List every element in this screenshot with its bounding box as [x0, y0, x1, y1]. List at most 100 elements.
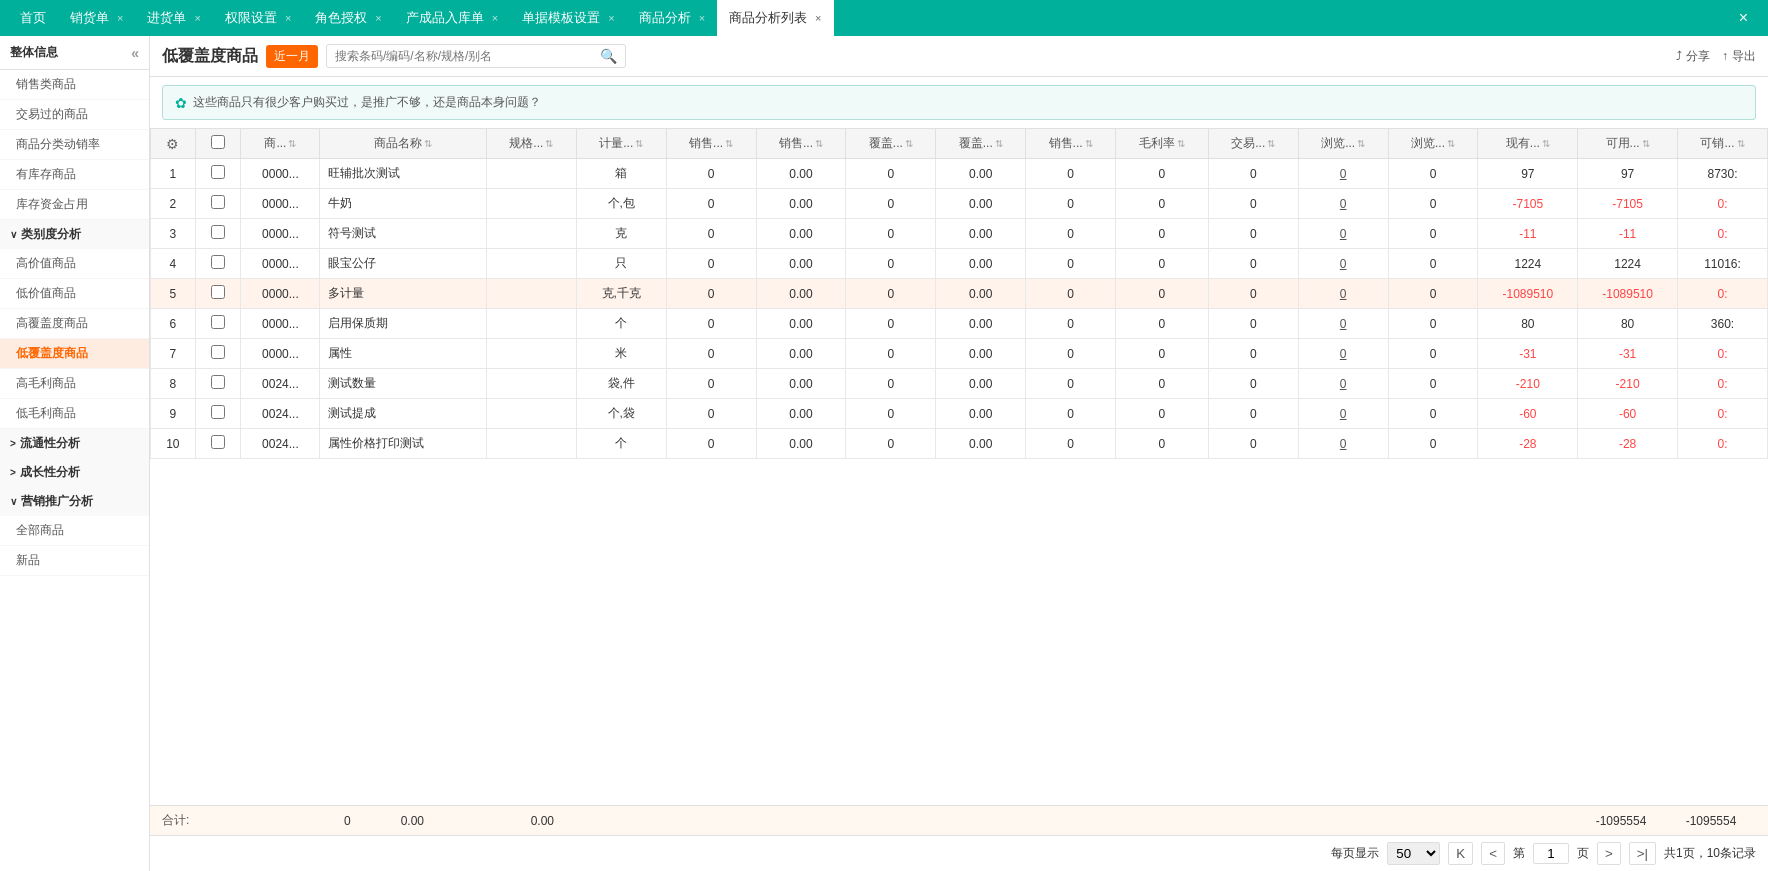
row-checkbox[interactable] — [211, 255, 225, 269]
page-input[interactable] — [1533, 843, 1569, 864]
column-sales-amt[interactable]: 销售...⇅ — [756, 129, 846, 159]
next-page-button[interactable]: > — [1597, 842, 1621, 865]
search-input[interactable] — [335, 49, 596, 63]
row-checkbox[interactable] — [211, 435, 225, 449]
row-browse1[interactable]: 0 — [1298, 189, 1388, 219]
row-checkbox[interactable] — [211, 285, 225, 299]
row-saleable: 0: — [1677, 369, 1767, 399]
column-code[interactable]: 商...⇅ — [241, 129, 320, 159]
row-trade: 0 — [1208, 279, 1298, 309]
column-spec[interactable]: 规格...⇅ — [486, 129, 576, 159]
time-filter-button[interactable]: 近一月 — [266, 45, 318, 68]
row-checkbox[interactable] — [211, 165, 225, 179]
close-sales-tab-icon[interactable]: × — [117, 12, 123, 24]
sidebar-category-marketing[interactable]: ∨ 营销推广分析 — [0, 487, 149, 516]
nav-tab-sales[interactable]: 销货单 × — [58, 0, 135, 36]
column-available[interactable]: 可用...⇅ — [1578, 129, 1678, 159]
sidebar-item-low-coverage[interactable]: 低覆盖度商品 — [0, 339, 149, 369]
per-page-select[interactable]: 50 10 20 100 — [1387, 842, 1440, 865]
row-checkbox[interactable] — [211, 195, 225, 209]
sidebar-item-high-value[interactable]: 高价值商品 — [0, 249, 149, 279]
sidebar-item-in-stock[interactable]: 有库存商品 — [0, 160, 149, 190]
search-icon[interactable]: 🔍 — [600, 48, 617, 64]
column-sales-qty[interactable]: 销售...⇅ — [666, 129, 756, 159]
close-permission-tab-icon[interactable]: × — [285, 12, 291, 24]
row-checkbox[interactable] — [211, 375, 225, 389]
nav-tab-purchase[interactable]: 进货单 × — [135, 0, 212, 36]
close-template-tab-icon[interactable]: × — [608, 12, 614, 24]
row-checkbox[interactable] — [211, 225, 225, 239]
column-browse1[interactable]: 浏览...⇅ — [1298, 129, 1388, 159]
sidebar-item-low-margin[interactable]: 低毛利商品 — [0, 399, 149, 429]
nav-tab-production[interactable]: 产成品入库单 × — [394, 0, 510, 36]
sidebar-item-traded-goods[interactable]: 交易过的商品 — [0, 100, 149, 130]
info-banner: ✿ 这些商品只有很少客户购买过，是推广不够，还是商品本身问题？ — [162, 85, 1756, 120]
close-purchase-tab-icon[interactable]: × — [194, 12, 200, 24]
table-header-row: ⚙ 商...⇅ 商品名称⇅ 规格...⇅ 计量...⇅ 销售...⇅ 销售...… — [151, 129, 1768, 159]
column-current-stock[interactable]: 现有...⇅ — [1478, 129, 1578, 159]
row-checkbox[interactable] — [211, 345, 225, 359]
nav-tab-role[interactable]: 角色授权 × — [303, 0, 393, 36]
close-role-tab-icon[interactable]: × — [375, 12, 381, 24]
gear-icon[interactable]: ⚙ — [166, 136, 179, 152]
footer-sales-amt: 0.00 — [377, 814, 447, 828]
column-trade[interactable]: 交易...⇅ — [1208, 129, 1298, 159]
sidebar-category-value-analysis[interactable]: ∨ 类别度分析 — [0, 220, 149, 249]
row-browse1[interactable]: 0 — [1298, 159, 1388, 189]
row-sales-amt: 0.00 — [756, 369, 846, 399]
row-browse1[interactable]: 0 — [1298, 309, 1388, 339]
sidebar-item-high-coverage[interactable]: 高覆盖度商品 — [0, 309, 149, 339]
nav-tab-home[interactable]: 首页 — [8, 0, 58, 36]
nav-tab-permission[interactable]: 权限设置 × — [213, 0, 303, 36]
nav-tab-analysis-list[interactable]: 商品分析列表 × — [717, 0, 833, 36]
row-browse1[interactable]: 0 — [1298, 399, 1388, 429]
close-analysis-list-tab-icon[interactable]: × — [815, 12, 821, 24]
row-gross-rate: 0 — [1116, 309, 1209, 339]
row-checkbox-cell — [195, 279, 241, 309]
sidebar-item-low-value[interactable]: 低价值商品 — [0, 279, 149, 309]
sidebar-item-inventory-funds[interactable]: 库存资金占用 — [0, 190, 149, 220]
column-saleable[interactable]: 可销...⇅ — [1677, 129, 1767, 159]
column-coverage2[interactable]: 覆盖...⇅ — [936, 129, 1026, 159]
row-checkbox[interactable] — [211, 405, 225, 419]
table-footer: 合计: 0 0.00 0.00 -1095554 -1095554 — [150, 805, 1768, 835]
row-browse1[interactable]: 0 — [1298, 279, 1388, 309]
row-available: 97 — [1578, 159, 1678, 189]
row-cov1: 0 — [846, 339, 936, 369]
sidebar-item-all-goods[interactable]: 全部商品 — [0, 516, 149, 546]
column-sales-days[interactable]: 销售...⇅ — [1026, 129, 1116, 159]
sidebar-item-sales-goods[interactable]: 销售类商品 — [0, 70, 149, 100]
share-button[interactable]: ⤴ 分享 — [1676, 48, 1710, 65]
sidebar-item-high-margin[interactable]: 高毛利商品 — [0, 369, 149, 399]
row-checkbox-cell — [195, 309, 241, 339]
row-sales-amt: 0.00 — [756, 249, 846, 279]
row-browse1[interactable]: 0 — [1298, 249, 1388, 279]
column-settings[interactable]: ⚙ — [151, 129, 196, 159]
column-unit[interactable]: 计量...⇅ — [576, 129, 666, 159]
last-page-button[interactable]: >| — [1629, 842, 1656, 865]
nav-tab-template[interactable]: 单据模板设置 × — [510, 0, 626, 36]
close-analysis-tab-icon[interactable]: × — [699, 12, 705, 24]
sidebar-item-category-turnover[interactable]: 商品分类动销率 — [0, 130, 149, 160]
sidebar-item-new-goods[interactable]: 新品 — [0, 546, 149, 576]
sidebar-category-growth[interactable]: > 成长性分析 — [0, 458, 149, 487]
column-name[interactable]: 商品名称⇅ — [320, 129, 486, 159]
first-page-button[interactable]: K — [1448, 842, 1473, 865]
row-checkbox[interactable] — [211, 315, 225, 329]
row-cov2: 0.00 — [936, 249, 1026, 279]
column-gross-rate[interactable]: 毛利率⇅ — [1116, 129, 1209, 159]
column-browse2[interactable]: 浏览...⇅ — [1388, 129, 1478, 159]
window-close-button[interactable]: × — [1727, 9, 1760, 27]
row-browse1[interactable]: 0 — [1298, 219, 1388, 249]
column-coverage1[interactable]: 覆盖...⇅ — [846, 129, 936, 159]
prev-page-button[interactable]: < — [1481, 842, 1505, 865]
row-browse1[interactable]: 0 — [1298, 429, 1388, 459]
nav-tab-analysis[interactable]: 商品分析 × — [627, 0, 717, 36]
select-all-checkbox[interactable] — [211, 135, 225, 149]
sidebar-category-liquidity[interactable]: > 流通性分析 — [0, 429, 149, 458]
close-production-tab-icon[interactable]: × — [492, 12, 498, 24]
export-button[interactable]: ↑ 导出 — [1722, 48, 1756, 65]
row-browse1[interactable]: 0 — [1298, 339, 1388, 369]
row-browse1[interactable]: 0 — [1298, 369, 1388, 399]
sidebar-collapse-button[interactable]: « — [131, 45, 139, 61]
